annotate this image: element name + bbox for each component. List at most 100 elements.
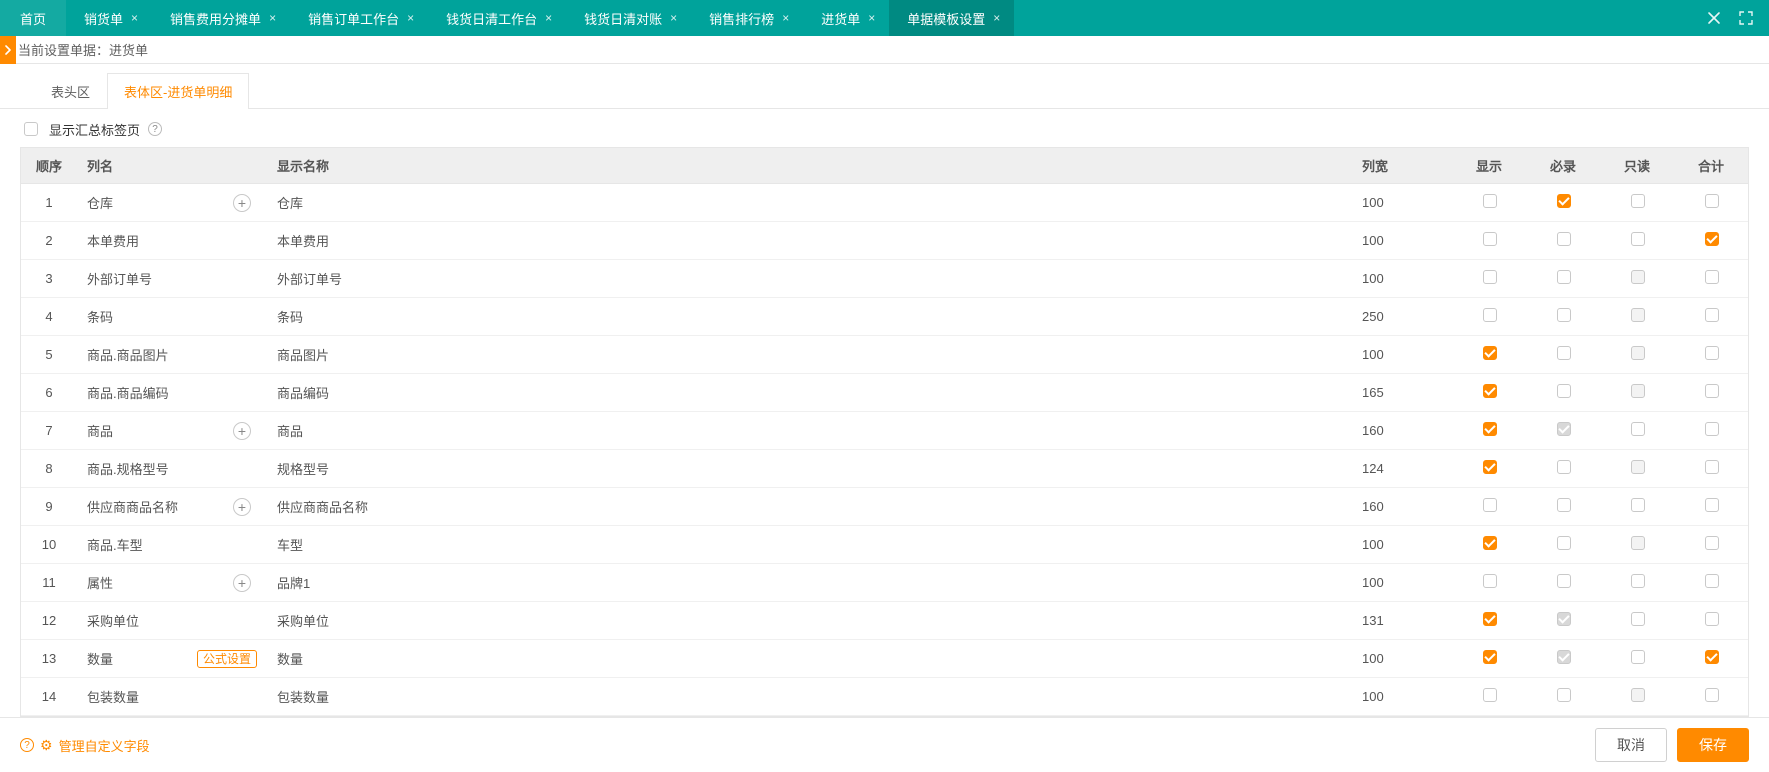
readonly-checkbox[interactable] [1631, 422, 1645, 436]
required-checkbox[interactable] [1557, 270, 1571, 284]
fullscreen-icon[interactable] [1735, 7, 1757, 29]
cell-display[interactable]: 车型 [267, 526, 1352, 564]
add-icon[interactable]: + [233, 498, 251, 516]
cell-display[interactable]: 品牌1 [267, 564, 1352, 602]
close-icon[interactable]: × [868, 12, 875, 24]
cell-width[interactable]: 100 [1352, 678, 1452, 716]
tab-1[interactable]: 销售费用分摊单× [152, 0, 290, 36]
cell-display[interactable]: 数量 [267, 640, 1352, 678]
show-checkbox[interactable] [1483, 270, 1497, 284]
add-icon[interactable]: + [233, 194, 251, 212]
cell-width[interactable]: 100 [1352, 336, 1452, 374]
add-icon[interactable]: + [233, 422, 251, 440]
show-checkbox[interactable] [1483, 688, 1497, 702]
readonly-checkbox[interactable] [1631, 650, 1645, 664]
total-checkbox[interactable] [1705, 270, 1719, 284]
tab-5[interactable]: 销售排行榜× [691, 0, 803, 36]
cell-width[interactable]: 100 [1352, 526, 1452, 564]
cell-width[interactable]: 100 [1352, 640, 1452, 678]
show-checkbox[interactable] [1483, 612, 1497, 626]
table-row[interactable]: 4条码条码250 [21, 298, 1748, 336]
cell-display[interactable]: 条码 [267, 298, 1352, 336]
cell-width[interactable]: 100 [1352, 222, 1452, 260]
total-checkbox[interactable] [1705, 346, 1719, 360]
total-checkbox[interactable] [1705, 650, 1719, 664]
cell-width[interactable]: 165 [1352, 374, 1452, 412]
total-checkbox[interactable] [1705, 688, 1719, 702]
cell-display[interactable]: 商品编码 [267, 374, 1352, 412]
show-checkbox[interactable] [1483, 460, 1497, 474]
tab-3[interactable]: 钱货日清工作台× [428, 0, 566, 36]
required-checkbox[interactable] [1557, 346, 1571, 360]
cell-display[interactable]: 本单费用 [267, 222, 1352, 260]
cell-width[interactable]: 160 [1352, 412, 1452, 450]
cell-width[interactable]: 100 [1352, 564, 1452, 602]
readonly-checkbox[interactable] [1631, 612, 1645, 626]
total-checkbox[interactable] [1705, 498, 1719, 512]
columns-table-wrap[interactable]: 顺序 列名 显示名称 列宽 显示 必录 只读 合计 1仓库+仓库1002本单费用… [20, 147, 1749, 717]
close-icon[interactable]: × [407, 12, 414, 24]
cell-width[interactable]: 100 [1352, 184, 1452, 222]
close-all-icon[interactable] [1703, 7, 1725, 29]
cell-display[interactable]: 商品图片 [267, 336, 1352, 374]
tab-7[interactable]: 单据模板设置× [889, 0, 1014, 36]
required-checkbox[interactable] [1557, 194, 1571, 208]
required-checkbox[interactable] [1557, 308, 1571, 322]
tab-home[interactable]: 首页 [0, 0, 66, 36]
required-checkbox[interactable] [1557, 536, 1571, 550]
readonly-checkbox[interactable] [1631, 498, 1645, 512]
show-checkbox[interactable] [1483, 650, 1497, 664]
total-checkbox[interactable] [1705, 536, 1719, 550]
required-checkbox[interactable] [1557, 688, 1571, 702]
table-row[interactable]: 6商品.商品编码商品编码165 [21, 374, 1748, 412]
required-checkbox[interactable] [1557, 384, 1571, 398]
table-row[interactable]: 9供应商商品名称+供应商商品名称160 [21, 488, 1748, 526]
required-checkbox[interactable] [1557, 498, 1571, 512]
table-row[interactable]: 13数量公式设置数量100 [21, 640, 1748, 678]
close-icon[interactable]: × [545, 12, 552, 24]
footer-help-icon[interactable]: ? [20, 738, 34, 752]
table-row[interactable]: 5商品.商品图片商品图片100 [21, 336, 1748, 374]
show-summary-tab-checkbox[interactable] [24, 122, 38, 136]
cell-display[interactable]: 仓库 [267, 184, 1352, 222]
readonly-checkbox[interactable] [1631, 194, 1645, 208]
close-icon[interactable]: × [782, 12, 789, 24]
table-row[interactable]: 14包装数量包装数量100 [21, 678, 1748, 716]
subtab-body-detail[interactable]: 表体区-进货单明细 [107, 73, 249, 109]
cell-display[interactable]: 商品 [267, 412, 1352, 450]
cell-display[interactable]: 供应商商品名称 [267, 488, 1352, 526]
total-checkbox[interactable] [1705, 574, 1719, 588]
required-checkbox[interactable] [1557, 232, 1571, 246]
cell-width[interactable]: 160 [1352, 488, 1452, 526]
help-icon[interactable]: ? [148, 122, 162, 136]
table-row[interactable]: 3外部订单号外部订单号100 [21, 260, 1748, 298]
readonly-checkbox[interactable] [1631, 574, 1645, 588]
table-row[interactable]: 2本单费用本单费用100 [21, 222, 1748, 260]
close-icon[interactable]: × [269, 12, 276, 24]
tab-6[interactable]: 进货单× [803, 0, 889, 36]
close-icon[interactable]: × [131, 12, 138, 24]
total-checkbox[interactable] [1705, 612, 1719, 626]
expand-chevron-icon[interactable] [0, 36, 16, 64]
tab-0[interactable]: 销货单× [66, 0, 152, 36]
required-checkbox[interactable] [1557, 460, 1571, 474]
cell-width[interactable]: 100 [1352, 260, 1452, 298]
table-row[interactable]: 7商品+商品160 [21, 412, 1748, 450]
readonly-checkbox[interactable] [1631, 232, 1645, 246]
cell-width[interactable]: 250 [1352, 298, 1452, 336]
show-checkbox[interactable] [1483, 232, 1497, 246]
cell-width[interactable]: 131 [1352, 602, 1452, 640]
cell-width[interactable]: 124 [1352, 450, 1452, 488]
show-checkbox[interactable] [1483, 498, 1497, 512]
save-button[interactable]: 保存 [1677, 728, 1749, 762]
total-checkbox[interactable] [1705, 194, 1719, 208]
cell-display[interactable]: 外部订单号 [267, 260, 1352, 298]
subtab-header-area[interactable]: 表头区 [34, 73, 107, 109]
show-checkbox[interactable] [1483, 384, 1497, 398]
cell-display[interactable]: 采购单位 [267, 602, 1352, 640]
cell-display[interactable]: 包装数量 [267, 678, 1352, 716]
total-checkbox[interactable] [1705, 384, 1719, 398]
show-checkbox[interactable] [1483, 574, 1497, 588]
show-checkbox[interactable] [1483, 422, 1497, 436]
formula-badge[interactable]: 公式设置 [197, 650, 257, 668]
